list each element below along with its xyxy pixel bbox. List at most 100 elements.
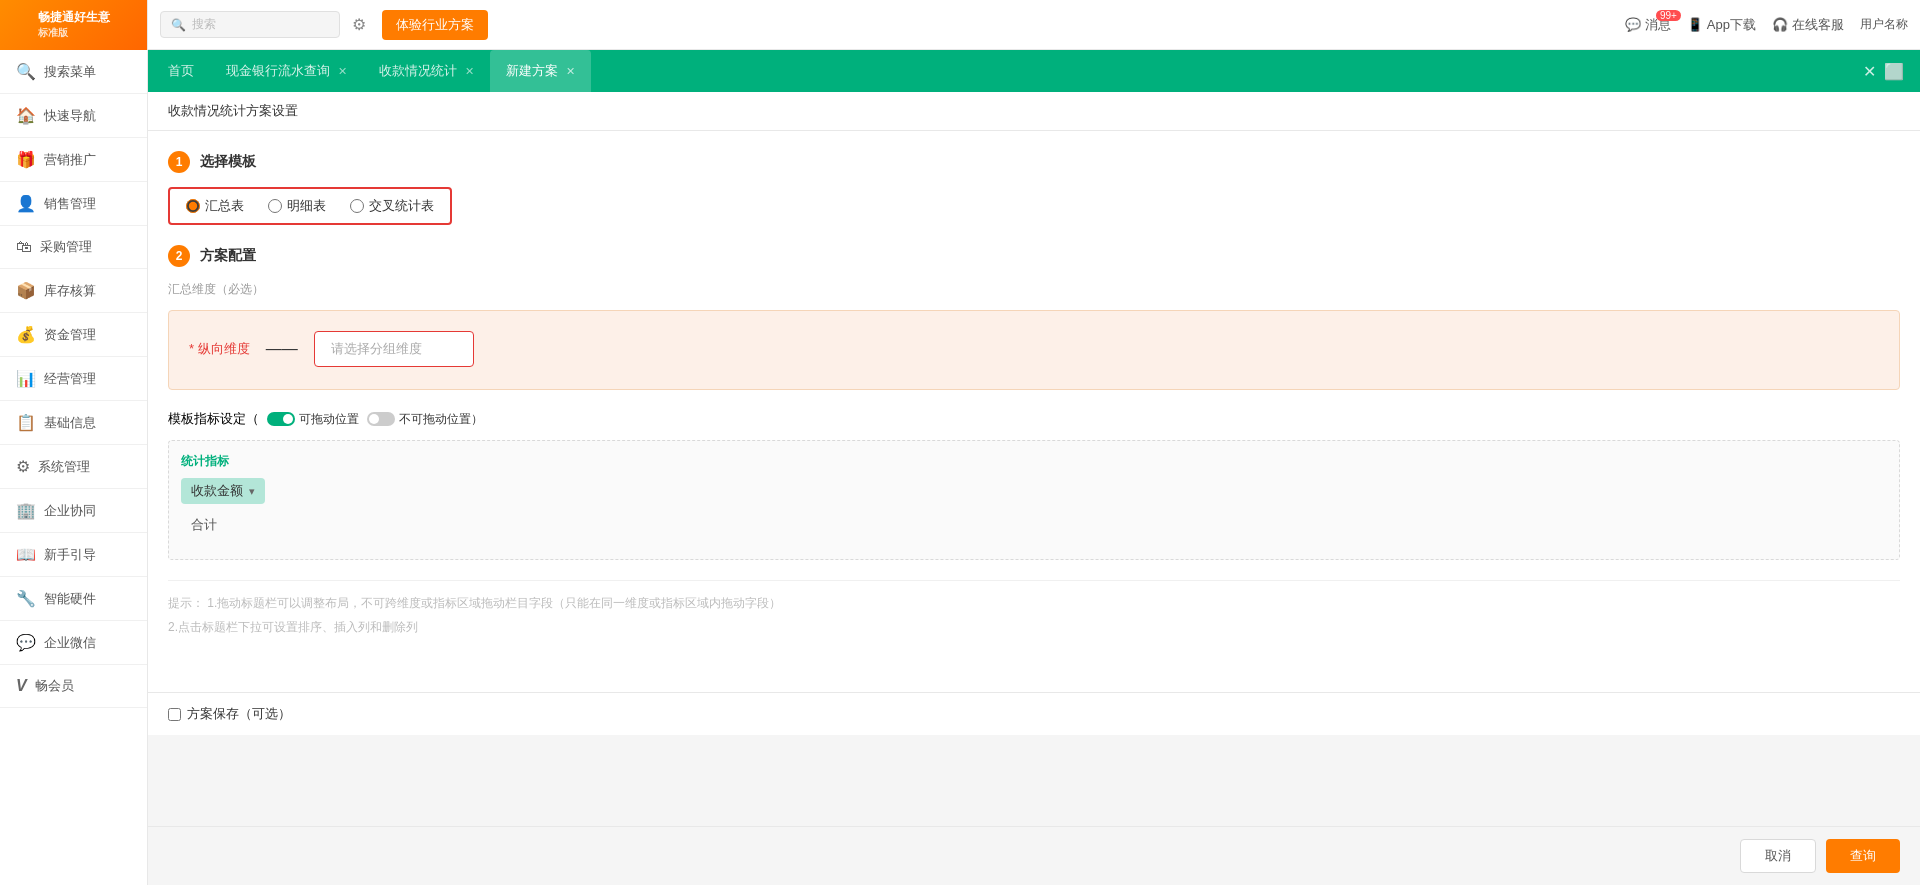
- sidebar-item-operations[interactable]: 📊 经营管理: [0, 357, 147, 401]
- sidebar-item-wechat[interactable]: 💬 企业微信: [0, 621, 147, 665]
- movable-label: 可拖动位置: [299, 411, 359, 428]
- tab-close-icon[interactable]: ✕: [566, 65, 575, 78]
- sidebar-item-label: 库存核算: [44, 282, 96, 300]
- vip-icon: V: [16, 677, 27, 695]
- topbar: 🔍 搜索 ⚙ 体验行业方案 💬 消息 99+ 📱 App下载 🎧 在线客服 用户…: [148, 0, 1920, 50]
- radio-summary[interactable]: [186, 199, 200, 213]
- sidebar-item-label: 畅会员: [35, 677, 74, 695]
- sidebar-item-quick-nav[interactable]: 🏠 快速导航: [0, 94, 147, 138]
- dimension-arrow: ——: [266, 340, 298, 358]
- tab-close-icon[interactable]: ✕: [465, 65, 474, 78]
- bag-icon: 🛍: [16, 238, 32, 256]
- movable-hint: 可拖动位置: [267, 411, 359, 428]
- sidebar-item-label: 营销推广: [44, 151, 96, 169]
- app-download-label: App下载: [1707, 16, 1756, 34]
- radio-detail[interactable]: [268, 199, 282, 213]
- option-detail[interactable]: 明细表: [268, 197, 326, 215]
- gift-icon: 🎁: [16, 150, 36, 169]
- sidebar-item-label: 搜索菜单: [44, 63, 96, 81]
- download-icon: 📱: [1687, 17, 1703, 32]
- chat-icon: 💬: [16, 633, 36, 652]
- save-label-text: 方案保存（可选）: [187, 705, 291, 723]
- step2-title: 方案配置: [200, 247, 256, 265]
- indicator-tag-amount[interactable]: 收款金额 ▾: [181, 478, 265, 504]
- sidebar-item-label: 经营管理: [44, 370, 96, 388]
- query-button[interactable]: 查询: [1826, 839, 1900, 873]
- trial-button[interactable]: 体验行业方案: [382, 10, 488, 40]
- message-badge: 99+: [1656, 10, 1681, 21]
- close-window-icon[interactable]: ✕: [1863, 62, 1876, 81]
- step2-section: 2 方案配置 汇总维度（必选） 纵向维度 —— 请选择分组维度: [168, 245, 1900, 652]
- tip-item-1: 提示： 1.拖动标题栏可以调整布局，不可跨维度或指标区域拖动栏目字段（只能在同一…: [168, 593, 1900, 615]
- sidebar-item-finance[interactable]: 💰 资金管理: [0, 313, 147, 357]
- sidebar-item-label: 企业协同: [44, 502, 96, 520]
- search-bar[interactable]: 🔍 搜索: [160, 11, 340, 38]
- sidebar-item-guide[interactable]: 📖 新手引导: [0, 533, 147, 577]
- option-detail-label: 明细表: [287, 197, 326, 215]
- tips-text: 提示： 1.拖动标题栏可以调整布局，不可跨维度或指标区域拖动栏目字段（只能在同一…: [168, 593, 1900, 638]
- topbar-right: 💬 消息 99+ 📱 App下载 🎧 在线客服 用户名称: [1625, 16, 1908, 34]
- vertical-dimension-label: 纵向维度: [189, 340, 250, 358]
- dimension-config-label: 汇总维度（必选）: [168, 281, 1900, 298]
- tool-icon: 🔧: [16, 589, 36, 608]
- window-controls: ✕ ⬜: [1863, 62, 1916, 81]
- save-checkbox[interactable]: [168, 708, 181, 721]
- dimension-area: 纵向维度 —— 请选择分组维度: [168, 310, 1900, 390]
- tab-label: 新建方案: [506, 62, 558, 80]
- sidebar-item-basic-info[interactable]: 📋 基础信息: [0, 401, 147, 445]
- sidebar-item-label: 系统管理: [38, 458, 90, 476]
- page-header: 收款情况统计方案设置: [148, 92, 1920, 131]
- page-title: 收款情况统计方案设置: [168, 103, 298, 118]
- sidebar-item-inventory[interactable]: 📦 库存核算: [0, 269, 147, 313]
- tab-collection-stat[interactable]: 收款情况统计 ✕: [363, 50, 490, 92]
- tab-label: 首页: [168, 62, 194, 80]
- step1-number: 1: [168, 151, 190, 173]
- dimension-select[interactable]: 请选择分组维度: [314, 331, 474, 367]
- indicator-row: 收款金额 ▾: [181, 478, 1887, 504]
- option-cross[interactable]: 交叉统计表: [350, 197, 434, 215]
- sidebar-item-system[interactable]: ⚙ 系统管理: [0, 445, 147, 489]
- tabbar: 首页 现金银行流水查询 ✕ 收款情况统计 ✕ 新建方案 ✕ ✕ ⬜: [148, 50, 1920, 92]
- user-icon: 👤: [16, 194, 36, 213]
- message-button[interactable]: 💬 消息 99+: [1625, 16, 1671, 34]
- tab-close-icon[interactable]: ✕: [338, 65, 347, 78]
- tab-new-plan[interactable]: 新建方案 ✕: [490, 50, 591, 92]
- search-icon: 🔍: [171, 18, 186, 32]
- sidebar-item-smart-hw[interactable]: 🔧 智能硬件: [0, 577, 147, 621]
- sidebar-item-purchase[interactable]: 🛍 采购管理: [0, 226, 147, 269]
- step2-header: 2 方案配置: [168, 245, 1900, 267]
- step1-section: 1 选择模板 汇总表 明细表 交叉统计表: [168, 151, 1900, 225]
- home-icon: 🏠: [16, 106, 36, 125]
- main-area: 🔍 搜索 ⚙ 体验行业方案 💬 消息 99+ 📱 App下载 🎧 在线客服 用户…: [148, 0, 1920, 885]
- app-download-button[interactable]: 📱 App下载: [1687, 16, 1756, 34]
- indicators-label-text: 模板指标设定（: [168, 410, 259, 428]
- indicators-header: 模板指标设定（ 可拖动位置 不可拖动位置）: [168, 410, 1900, 428]
- indicators-section: 模板指标设定（ 可拖动位置 不可拖动位置） 统计指标: [168, 410, 1900, 560]
- sidebar-item-search-menu[interactable]: 🔍 搜索菜单: [0, 50, 147, 94]
- maximize-window-icon[interactable]: ⬜: [1884, 62, 1904, 81]
- tab-cash-bank[interactable]: 现金银行流水查询 ✕: [210, 50, 363, 92]
- message-icon: 💬: [1625, 17, 1641, 32]
- sidebar-item-sales[interactable]: 👤 销售管理: [0, 182, 147, 226]
- sidebar-item-marketing[interactable]: 🎁 营销推广: [0, 138, 147, 182]
- movable-toggle: [267, 412, 295, 426]
- chart-icon: 📊: [16, 369, 36, 388]
- indicators-config: 统计指标 收款金额 ▾ 合计: [168, 440, 1900, 560]
- option-summary-label: 汇总表: [205, 197, 244, 215]
- save-label[interactable]: 方案保存（可选）: [168, 705, 291, 723]
- online-service-button[interactable]: 🎧 在线客服: [1772, 16, 1844, 34]
- sidebar-item-label: 资金管理: [44, 326, 96, 344]
- option-summary[interactable]: 汇总表: [186, 197, 244, 215]
- tab-home[interactable]: 首页: [152, 50, 210, 92]
- radio-cross[interactable]: [350, 199, 364, 213]
- tips-section: 提示： 1.拖动标题栏可以调整布局，不可跨维度或指标区域拖动栏目字段（只能在同一…: [168, 580, 1900, 652]
- app-logo: 畅捷通好生意 标准版: [0, 0, 147, 50]
- sidebar-item-enterprise[interactable]: 🏢 企业协同: [0, 489, 147, 533]
- cancel-button[interactable]: 取消: [1740, 839, 1816, 873]
- sidebar-item-member[interactable]: V 畅会员: [0, 665, 147, 708]
- search-icon: 🔍: [16, 62, 36, 81]
- footer: 取消 查询: [148, 826, 1920, 885]
- option-cross-label: 交叉统计表: [369, 197, 434, 215]
- settings-button[interactable]: ⚙: [348, 11, 370, 38]
- money-icon: 💰: [16, 325, 36, 344]
